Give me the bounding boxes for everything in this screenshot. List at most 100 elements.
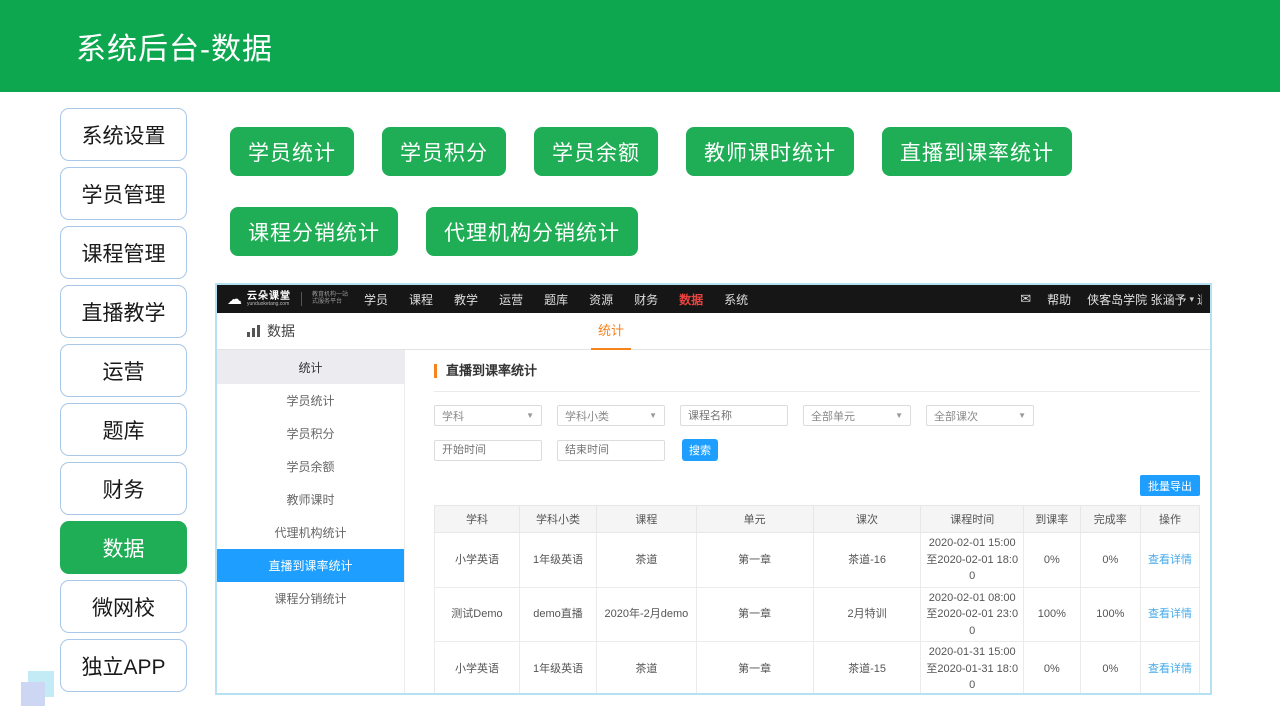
table-cell: 0% xyxy=(1080,642,1140,696)
attendance-table: 学科学科小类课程单元课次课程时间到课率完成率操作 小学英语1年级英语茶道第一章茶… xyxy=(434,505,1200,695)
view-detail-link[interactable]: 查看详情 xyxy=(1148,554,1192,566)
table-cell: 测试Demo xyxy=(435,587,520,642)
quick-button[interactable]: 直播到课率统计 xyxy=(882,127,1072,176)
table-cell: 100% xyxy=(1080,587,1140,642)
filter-select[interactable]: 学科▼ xyxy=(434,405,542,426)
side-menu-item[interactable]: 学员统计 xyxy=(217,384,404,417)
table-cell: 第一章 xyxy=(696,587,813,642)
select-value: 学科 xyxy=(442,408,526,424)
table-header-row: 学科学科小类课程单元课次课程时间到课率完成率操作 xyxy=(435,506,1200,533)
quick-buttons: 学员统计学员积分学员余额教师课时统计直播到课率统计课程分销统计代理机构分销统计 xyxy=(230,127,1210,256)
quick-button[interactable]: 学员余额 xyxy=(534,127,658,176)
sidebar-button[interactable]: 课程管理 xyxy=(60,226,187,279)
tab-statistics[interactable]: 统计 xyxy=(591,313,631,350)
filter-input[interactable] xyxy=(434,440,542,461)
nav-item[interactable]: 资源 xyxy=(589,291,613,308)
nav-item[interactable]: 题库 xyxy=(544,291,568,308)
nav-item[interactable]: 学员 xyxy=(364,291,388,308)
logo-separator xyxy=(301,292,302,306)
table-cell: 0% xyxy=(1080,533,1140,588)
sidebar-button[interactable]: 题库 xyxy=(60,403,187,456)
sidebar-button[interactable]: 微网校 xyxy=(60,580,187,633)
side-menu-item[interactable]: 直播到课率统计 xyxy=(217,549,404,582)
sidebar-button[interactable]: 独立APP xyxy=(60,639,187,692)
filter-input[interactable] xyxy=(680,405,788,426)
mail-icon[interactable]: ✉ xyxy=(1020,291,1031,307)
table-cell: 小学英语 xyxy=(435,642,520,696)
admin-nav-menu: 学员 课程 教学 运营 题库 资源 财务 数据 系统 xyxy=(364,291,748,308)
sidebar-button[interactable]: 运营 xyxy=(60,344,187,397)
filter-input[interactable] xyxy=(557,440,665,461)
view-detail-link[interactable]: 查看详情 xyxy=(1148,608,1192,620)
logo-domain: yunduoketang.com xyxy=(247,302,291,308)
text-input[interactable] xyxy=(565,444,657,456)
column-header: 课程时间 xyxy=(921,506,1024,533)
table-cell-action: 查看详情 xyxy=(1141,533,1200,588)
help-link[interactable]: 帮助 xyxy=(1047,291,1071,308)
nav-item[interactable]: 运营 xyxy=(499,291,523,308)
quick-button[interactable]: 学员统计 xyxy=(230,127,354,176)
logo[interactable]: ☁ 云朵课堂 yunduoketang.com 教育机构一站 式服务平台 xyxy=(227,291,348,308)
clipped-text: 退 xyxy=(1197,291,1202,308)
table-cell: 2020年-2月demo xyxy=(597,587,696,642)
quick-button[interactable]: 学员积分 xyxy=(382,127,506,176)
table-cell: 2020-02-01 15:00至2020-02-01 18:00 xyxy=(921,533,1024,588)
sidebar-button[interactable]: 数据 xyxy=(60,521,187,574)
table-cell: 小学英语 xyxy=(435,533,520,588)
text-input[interactable] xyxy=(688,410,780,422)
chevron-down-icon: ▼ xyxy=(895,411,903,420)
admin-screenshot: ☁ 云朵课堂 yunduoketang.com 教育机构一站 式服务平台 学员课… xyxy=(215,283,1212,695)
side-menu-items: 学员统计学员积分学员余额教师课时代理机构统计直播到课率统计课程分销统计 xyxy=(217,384,404,615)
cloud-icon: ☁ xyxy=(227,292,242,307)
select-value: 学科小类 xyxy=(565,408,649,424)
column-header: 学科小类 xyxy=(519,506,596,533)
quick-button[interactable]: 代理机构分销统计 xyxy=(426,207,638,256)
nav-item[interactable]: 财务 xyxy=(634,291,658,308)
sidebar-button[interactable]: 系统设置 xyxy=(60,108,187,161)
table-cell: 1年级英语 xyxy=(519,642,596,696)
quick-button[interactable]: 课程分销统计 xyxy=(230,207,398,256)
module-label: 数据 xyxy=(217,321,295,341)
nav-item[interactable]: 系统 xyxy=(724,291,748,308)
batch-export-button[interactable]: 批量导出 xyxy=(1140,475,1200,496)
side-menu-item[interactable]: 教师课时 xyxy=(217,483,404,516)
chevron-down-icon: ▼ xyxy=(1018,411,1026,420)
text-input[interactable] xyxy=(442,444,534,456)
column-header: 到课率 xyxy=(1023,506,1080,533)
page-title: 系统后台-数据 xyxy=(0,24,273,68)
filter-select[interactable]: 全部单元▼ xyxy=(803,405,911,426)
table-cell: 第一章 xyxy=(696,533,813,588)
select-value: 全部课次 xyxy=(934,408,1018,424)
nav-item[interactable]: 教学 xyxy=(454,291,478,308)
sidebar-button[interactable]: 财务 xyxy=(60,462,187,515)
sidebar-button[interactable]: 学员管理 xyxy=(60,167,187,220)
side-menu-item[interactable]: 学员积分 xyxy=(217,417,404,450)
nav-item[interactable]: 数据 xyxy=(679,291,703,308)
table-cell: 茶道 xyxy=(597,642,696,696)
search-button[interactable]: 搜索 xyxy=(682,439,718,461)
table-row: 小学英语1年级英语茶道第一章茶道-152020-01-31 15:00至2020… xyxy=(435,642,1200,696)
side-menu-item[interactable]: 课程分销统计 xyxy=(217,582,404,615)
side-menu-header: 统计 xyxy=(217,350,404,384)
admin-subnav: 数据 统计 xyxy=(217,313,1210,350)
table-cell: 茶道 xyxy=(597,533,696,588)
quick-button[interactable]: 教师课时统计 xyxy=(686,127,854,176)
table-cell: 2020-02-01 08:00至2020-02-01 23:00 xyxy=(921,587,1024,642)
side-menu-item[interactable]: 学员余额 xyxy=(217,450,404,483)
side-menu-item[interactable]: 代理机构统计 xyxy=(217,516,404,549)
page-header: 系统后台-数据 xyxy=(0,0,1280,92)
account-menu[interactable]: 侠客岛学院 张涵予 ▾ 退 xyxy=(1087,291,1202,308)
filter-select[interactable]: 学科小类▼ xyxy=(557,405,665,426)
filter-select[interactable]: 全部课次▼ xyxy=(926,405,1034,426)
content-title: 直播到课率统计 xyxy=(434,364,1200,378)
admin-content: 直播到课率统计 学科▼学科小类▼全部单元▼全部课次▼ 搜索 批量导出 学科学科小… xyxy=(405,350,1210,693)
quick-button-row: 学员统计学员积分学员余额教师课时统计直播到课率统计 xyxy=(230,127,1210,176)
left-sidebar: 系统设置学员管理课程管理直播教学运营题库财务数据微网校独立APP xyxy=(60,108,187,698)
sidebar-button[interactable]: 直播教学 xyxy=(60,285,187,338)
table-cell: 0% xyxy=(1023,533,1080,588)
nav-item[interactable]: 课程 xyxy=(409,291,433,308)
view-detail-link[interactable]: 查看详情 xyxy=(1148,663,1192,675)
table-cell: demo直播 xyxy=(519,587,596,642)
select-value: 全部单元 xyxy=(811,408,895,424)
table-cell-action: 查看详情 xyxy=(1141,642,1200,696)
